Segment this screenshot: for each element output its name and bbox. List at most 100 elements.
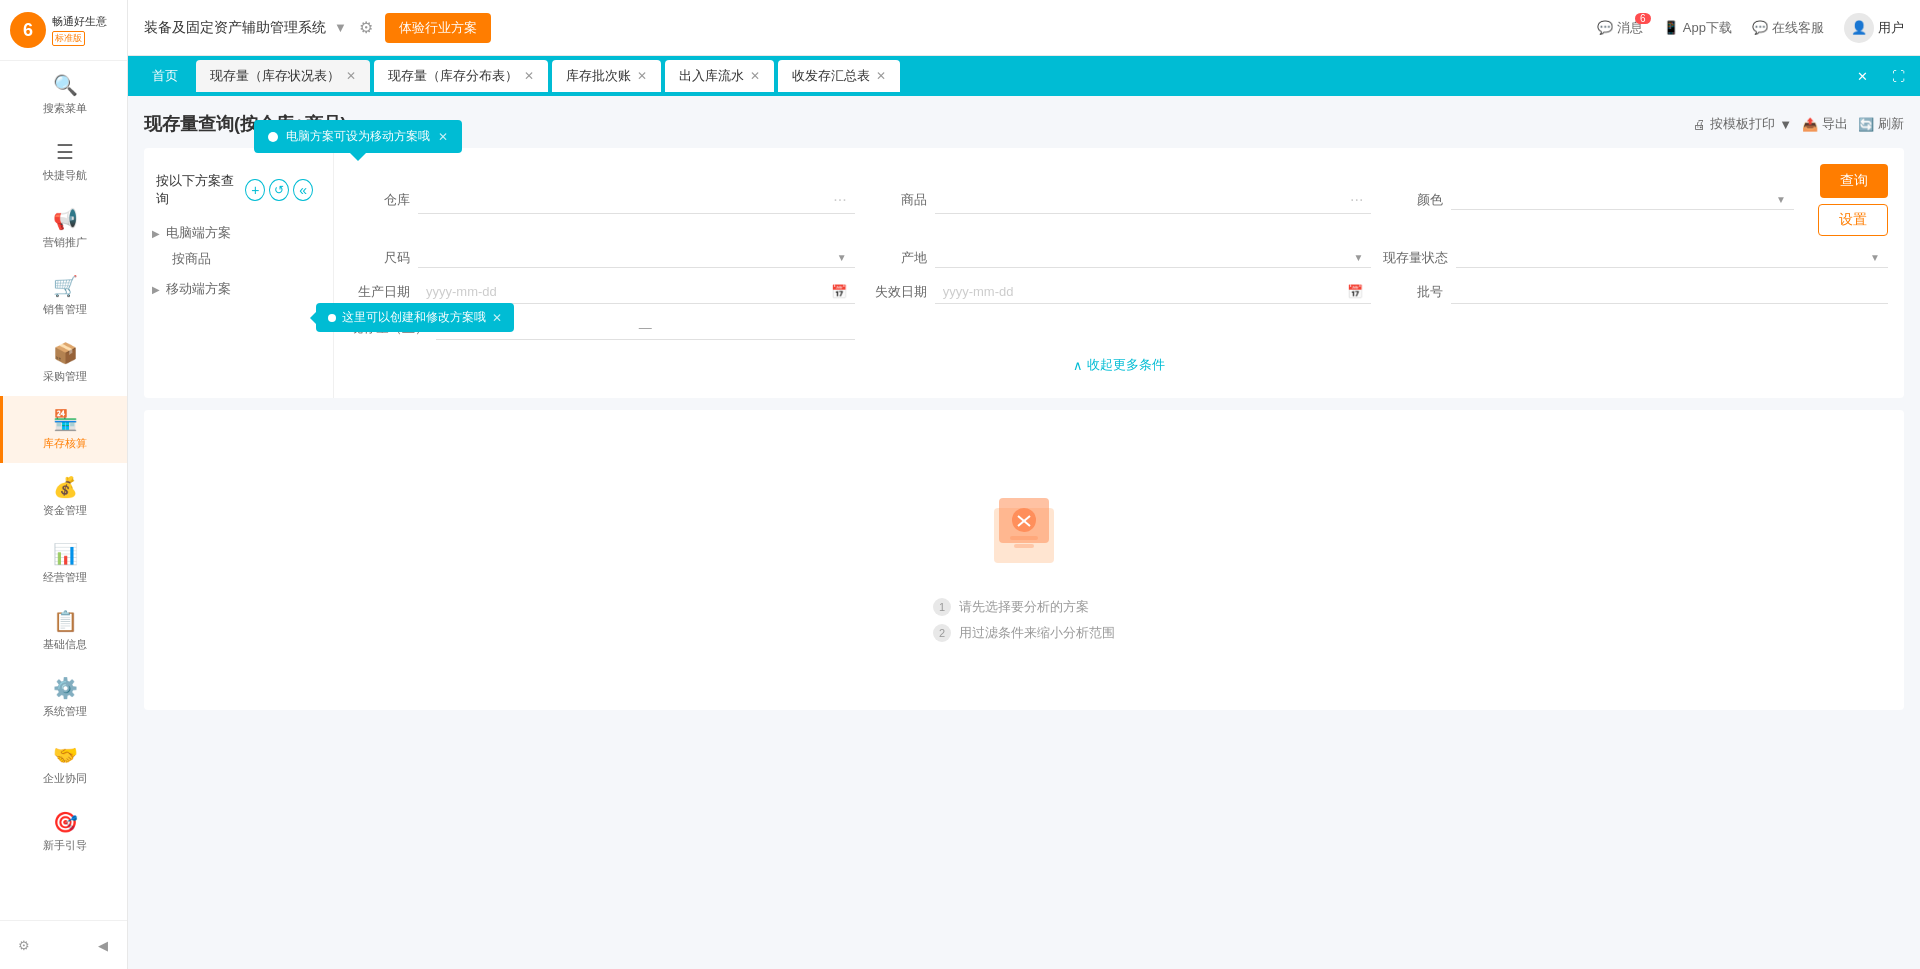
product-label: 商品 [867, 191, 927, 209]
filter-row4-col2 [867, 316, 1372, 340]
filter-back-btn[interactable]: « [293, 179, 313, 201]
tab-batch-label: 库存批次账 [566, 67, 631, 85]
origin-select[interactable]: ▼ [935, 248, 1372, 268]
filter-field-color: 颜色 ▼ 查询 设置 [1383, 164, 1888, 236]
product-select[interactable]: ··· [935, 187, 1372, 214]
refresh-icon: 🔄 [1858, 117, 1874, 132]
scheme-group-desktop: ▶ 电脑端方案 按商品 [144, 220, 333, 272]
tab-close-summary[interactable]: ✕ [876, 69, 886, 83]
app-label: App下载 [1683, 19, 1732, 37]
logo-title: 畅通好生意 [52, 14, 107, 29]
tab-inventory-status[interactable]: 现存量（库存状况表） ✕ [196, 60, 370, 92]
stock-qty-to[interactable] [660, 320, 847, 335]
produce-calendar-icon[interactable]: 📅 [831, 284, 847, 299]
logo-text: 畅通好生意 标准版 [52, 14, 107, 46]
search-btn[interactable]: 查询 [1820, 164, 1888, 198]
tab-batch-account[interactable]: 库存批次账 ✕ [552, 60, 661, 92]
tab-bar-actions: ✕ ⛶ [1848, 62, 1912, 90]
support-btn[interactable]: 💬 在线客服 [1752, 19, 1824, 37]
step-num-1: 1 [933, 598, 951, 616]
sidebar-item-basic[interactable]: 📋 基础信息 [0, 597, 127, 664]
sidebar-item-newbie[interactable]: 🎯 新手引导 [0, 798, 127, 865]
tab-close-all-btn[interactable]: ✕ [1848, 62, 1876, 90]
sidebar-item-finance[interactable]: 💰 资金管理 [0, 463, 127, 530]
size-select[interactable]: ▼ [418, 248, 855, 268]
sidebar-item-search[interactable]: 🔍 搜索菜单 [0, 61, 127, 128]
sidebar-item-sales[interactable]: 🛒 销售管理 [0, 262, 127, 329]
warehouse-select[interactable]: ··· [418, 187, 855, 214]
scheme-group-mobile-label: 移动端方案 [166, 280, 231, 298]
sidebar-item-system[interactable]: ⚙️ 系统管理 [0, 664, 127, 731]
tab-home[interactable]: 首页 [136, 56, 194, 96]
sidebar-item-operations[interactable]: 📊 经营管理 [0, 530, 127, 597]
export-btn[interactable]: 📤 导出 [1802, 115, 1848, 133]
printer-icon: 🖨 [1693, 117, 1706, 132]
sidebar-item-enterprise[interactable]: 🤝 企业协同 [0, 731, 127, 798]
filter-field-batch: 批号 [1383, 280, 1888, 304]
sidebar-item-purchase[interactable]: 📦 采购管理 [0, 329, 127, 396]
sidebar: 6 畅通好生意 标准版 🔍 搜索菜单 ☰ 快捷导航 📢 营销推广 🛒 销售管理 … [0, 0, 128, 969]
produce-date-from[interactable] [426, 284, 827, 299]
scheme-group-desktop-header[interactable]: ▶ 电脑端方案 [144, 220, 333, 246]
empty-step2-label: 用过滤条件来缩小分析范围 [959, 624, 1115, 642]
filter-wrapper: 按以下方案查询 + ↺ « 电脑方案可设为移动方案哦 ✕ [144, 148, 1904, 398]
tab-flow-label: 出入库流水 [679, 67, 744, 85]
expire-calendar-icon[interactable]: 📅 [1347, 284, 1363, 299]
refresh-btn[interactable]: 🔄 刷新 [1858, 115, 1904, 133]
content-area: 现存量查询(按仓库+商品) 🖨 按模板打印 ▼ 📤 导出 🔄 刷新 [128, 96, 1920, 969]
sidebar-item-inventory[interactable]: 🏪 库存核算 [0, 396, 127, 463]
user-btn[interactable]: 👤 用户 [1844, 13, 1904, 43]
filter-refresh-btn[interactable]: ↺ [269, 179, 289, 201]
batch-input[interactable] [1451, 280, 1888, 304]
scheme-group-mobile-header[interactable]: ▶ 移动端方案 [144, 276, 333, 302]
operations-icon: 📊 [53, 542, 78, 566]
app-download-btn[interactable]: 📱 App下载 [1663, 19, 1732, 37]
tab-close-flow[interactable]: ✕ [750, 69, 760, 83]
warehouse-dots[interactable]: ··· [833, 191, 846, 209]
scheme-item-by-product[interactable]: 按商品 [144, 246, 333, 272]
tooltip1-close[interactable]: ✕ [438, 130, 448, 144]
avatar: 👤 [1844, 13, 1874, 43]
sidebar-bottom: ⚙ ◀ [0, 920, 127, 969]
settings-bottom-btn[interactable]: ⚙ [10, 931, 38, 959]
tooltip2-text: 这里可以创建和修改方案哦 [342, 309, 486, 326]
size-chevron-icon: ▼ [837, 252, 847, 263]
tooltip1-arrow [254, 153, 462, 169]
empty-step-1: 1 请先选择要分析的方案 [933, 598, 1115, 616]
color-select[interactable]: ▼ [1451, 190, 1794, 210]
tab-flow[interactable]: 出入库流水 ✕ [665, 60, 774, 92]
collapse-filter-btn[interactable]: ∧ 收起更多条件 [350, 348, 1888, 382]
system-dropdown-btn[interactable]: ▼ [334, 20, 347, 35]
empty-step1-label: 请先选择要分析的方案 [959, 598, 1089, 616]
product-dots[interactable]: ··· [1350, 191, 1363, 209]
tab-close-inventory-dist[interactable]: ✕ [524, 69, 534, 83]
filter-main: 仓库 ··· 商品 ··· [334, 148, 1904, 398]
industry-btn[interactable]: 体验行业方案 [385, 13, 491, 43]
sidebar-item-marketing[interactable]: 📢 营销推广 [0, 195, 127, 262]
stock-status-select[interactable]: ▼ [1456, 248, 1888, 268]
produce-date-input[interactable]: 📅 [418, 280, 855, 304]
tab-close-inventory-status[interactable]: ✕ [346, 69, 356, 83]
reset-btn[interactable]: 设置 [1818, 204, 1888, 236]
message-btn[interactable]: 💬 消息 6 [1597, 19, 1643, 37]
header-gear-icon[interactable]: ⚙ [359, 18, 373, 37]
produce-date-label: 生产日期 [350, 283, 410, 301]
support-icon: 💬 [1752, 20, 1768, 35]
top-header: 装备及固定资产辅助管理系统 ▼ ⚙ 体验行业方案 💬 消息 6 📱 App下载 … [128, 0, 1920, 56]
print-btn[interactable]: 🖨 按模板打印 ▼ [1693, 115, 1792, 133]
empty-state: 1 请先选择要分析的方案 2 用过滤条件来缩小分析范围 [144, 410, 1904, 710]
expire-date-label: 失效日期 [867, 283, 927, 301]
filter-add-btn[interactable]: + [245, 179, 265, 201]
empty-steps: 1 请先选择要分析的方案 2 用过滤条件来缩小分析范围 [933, 598, 1115, 642]
collapse-sidebar-btn[interactable]: ◀ [89, 931, 117, 959]
tab-inventory-dist[interactable]: 现存量（库存分布表） ✕ [374, 60, 548, 92]
scheme-group-mobile: ▶ 移动端方案 [144, 276, 333, 302]
tab-summary[interactable]: 收发存汇总表 ✕ [778, 60, 900, 92]
guide-icon: ☰ [56, 140, 74, 164]
tab-expand-btn[interactable]: ⛶ [1884, 62, 1912, 90]
expire-date-input[interactable]: 📅 [935, 280, 1372, 304]
tooltip2-close[interactable]: ✕ [492, 311, 502, 325]
sidebar-item-guide[interactable]: ☰ 快捷导航 [0, 128, 127, 195]
expire-date-from[interactable] [943, 284, 1344, 299]
tab-close-batch[interactable]: ✕ [637, 69, 647, 83]
